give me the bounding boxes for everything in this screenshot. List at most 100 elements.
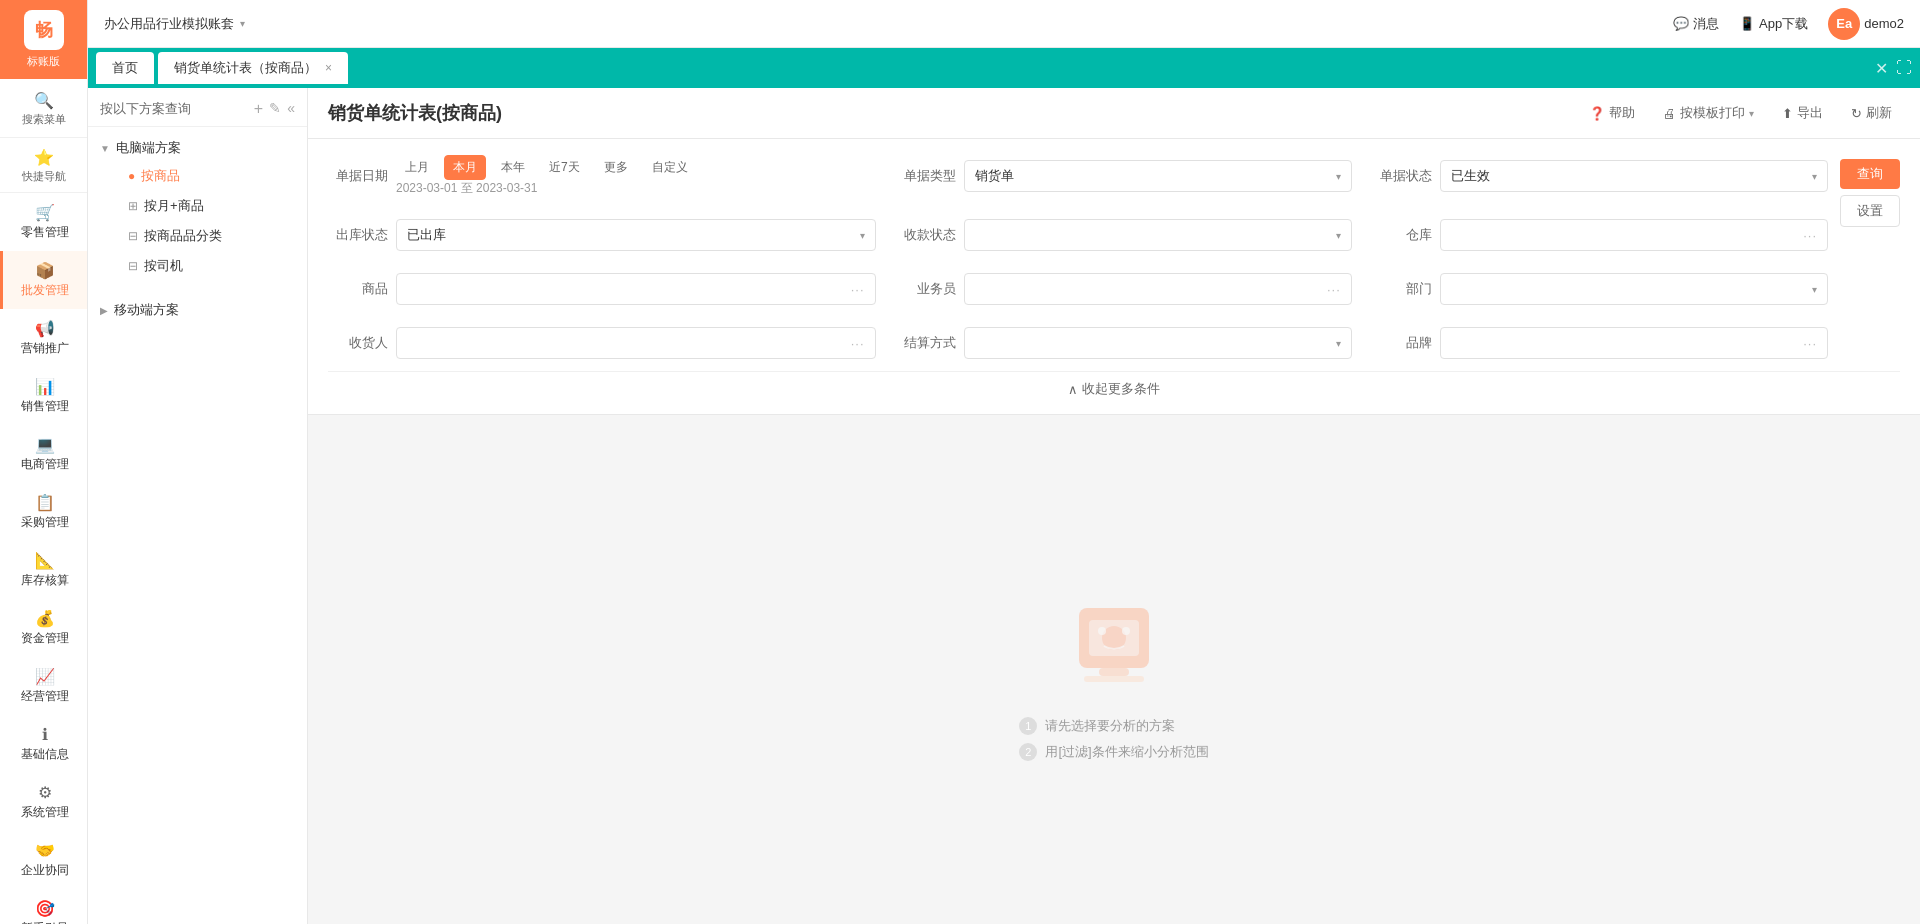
sidebar-item-sysadmin[interactable]: ⚙ 系统管理 [0, 773, 87, 831]
date-btn-more[interactable]: 更多 [595, 155, 637, 180]
sidebar-item-quicknav[interactable]: ⭐ 快捷导航 [0, 138, 87, 193]
sidebar-item-ecommerce[interactable]: 💻 电商管理 [0, 425, 87, 483]
scheme-group-desktop-label: 电脑端方案 [116, 139, 181, 157]
tab-sales-stat[interactable]: 销货单统计表（按商品） × [158, 52, 348, 84]
query-button[interactable]: 查询 [1840, 159, 1900, 189]
purchase-icon: 📋 [35, 493, 55, 512]
step2-num: 2 [1019, 743, 1037, 761]
sidebar-operations-label: 经营管理 [21, 688, 69, 705]
salesperson-control[interactable]: ··· [964, 273, 1352, 305]
settings-button[interactable]: 设置 [1840, 195, 1900, 227]
scheme-item-category-icon: ⊟ [128, 229, 138, 243]
sidebar-item-operations[interactable]: 📈 经营管理 [0, 657, 87, 715]
filter-item-date: 单据日期 上月 本月 本年 近7天 更多 自定义 [328, 155, 876, 197]
sidebar-item-basicinfo[interactable]: ℹ 基础信息 [0, 715, 87, 773]
date-btn-lastmonth[interactable]: 上月 [396, 155, 438, 180]
filter-item-receiver: 收货人 ··· [328, 327, 876, 359]
marketing-icon: 📢 [35, 319, 55, 338]
scheme-collapse-icon[interactable]: « [287, 100, 295, 118]
app-logo[interactable]: 畅 标账版 [0, 0, 87, 79]
sidebar-purchase-label: 采购管理 [21, 514, 69, 531]
tab-close-all-icon[interactable]: ✕ [1875, 59, 1888, 78]
sidebar-item-wholesale[interactable]: 📦 批发管理 [0, 251, 87, 309]
scheme-edit-icon[interactable]: ✎ [269, 100, 281, 118]
department-control[interactable]: ▾ [1440, 273, 1828, 305]
settlement-control[interactable]: ▾ [964, 327, 1352, 359]
sidebar-item-purchase[interactable]: 📋 采购管理 [0, 483, 87, 541]
sidebar-enterprise-label: 企业协同 [21, 862, 69, 879]
receiver-control[interactable]: ··· [396, 327, 876, 359]
scheme-item-by-category[interactable]: ⊟ 按商品品分类 [100, 221, 295, 251]
receiptstatus-control[interactable]: ▾ [964, 219, 1352, 251]
sidebar-item-finance[interactable]: 💰 资金管理 [0, 599, 87, 657]
app-download-btn[interactable]: 📱 App下载 [1739, 15, 1808, 33]
receiver-more-icon: ··· [851, 336, 865, 351]
date-btn-custom[interactable]: 自定义 [643, 155, 697, 180]
export-btn[interactable]: ⬆ 导出 [1774, 100, 1831, 126]
sales-icon: 📊 [35, 377, 55, 396]
scheme-group-mobile-title[interactable]: ▶ 移动端方案 [100, 297, 295, 323]
sidebar-item-retail[interactable]: 🛒 零售管理 [0, 193, 87, 251]
tab-expand-icon[interactable]: ⛶ [1896, 59, 1912, 77]
content-header: 销货单统计表(按商品) ❓ 帮助 🖨 按模板打印 ▾ ⬆ 导出 [308, 88, 1920, 139]
tab-home-label: 首页 [112, 59, 138, 77]
sidebar-item-newguide[interactable]: 🎯 新手引导 [0, 889, 87, 924]
content-header-actions: ❓ 帮助 🖨 按模板打印 ▾ ⬆ 导出 ↻ 刷新 [1581, 100, 1900, 126]
filter-item-department: 部门 ▾ [1372, 273, 1828, 305]
filter-row-2: 出库状态 已出库 ▾ 收款状态 [328, 219, 1828, 251]
filter-item-doctype: 单据类型 销货单 ▾ [896, 160, 1352, 192]
sidebar-item-search[interactable]: 🔍 搜索菜单 [0, 79, 87, 138]
scheme-header-actions: + ✎ « [254, 100, 295, 118]
filter-item-outstatus: 出库状态 已出库 ▾ [328, 219, 876, 251]
scheme-item-by-month-goods[interactable]: ⊞ 按月+商品 [100, 191, 295, 221]
tab-close-icon[interactable]: × [325, 61, 332, 75]
warehouse-label: 仓库 [1372, 226, 1432, 244]
goods-control[interactable]: ··· [396, 273, 876, 305]
scheme-group-desktop-title[interactable]: ▼ 电脑端方案 [100, 135, 295, 161]
message-btn[interactable]: 💬 消息 [1673, 15, 1719, 33]
outstatus-chevron-icon: ▾ [860, 230, 865, 241]
warehouse-more-icon: ··· [1803, 228, 1817, 243]
sidebar-newguide-label: 新手引导 [21, 920, 69, 924]
refresh-btn[interactable]: ↻ 刷新 [1843, 100, 1900, 126]
sidebar-item-inventory[interactable]: 📐 库存核算 [0, 541, 87, 599]
ecommerce-icon: 💻 [35, 435, 55, 454]
scheme-item-by-driver[interactable]: ⊟ 按司机 [100, 251, 295, 281]
collapse-bar: ∧ 收起更多条件 [328, 371, 1900, 398]
settlement-chevron-icon: ▾ [1336, 338, 1341, 349]
doctype-control[interactable]: 销货单 ▾ [964, 160, 1352, 192]
sidebar-item-marketing[interactable]: 📢 营销推广 [0, 309, 87, 367]
date-btn-thisyear[interactable]: 本年 [492, 155, 534, 180]
company-selector[interactable]: 办公用品行业模拟账套 ▾ [104, 15, 245, 33]
docstatus-label: 单据状态 [1372, 167, 1432, 185]
filter-item-warehouse: 仓库 ··· [1372, 219, 1828, 251]
docstatus-control[interactable]: 已生效 ▾ [1440, 160, 1828, 192]
filter-item-receiptstatus: 收款状态 ▾ [896, 219, 1352, 251]
brand-control[interactable]: ··· [1440, 327, 1828, 359]
tab-home[interactable]: 首页 [96, 52, 154, 84]
finance-icon: 💰 [35, 609, 55, 628]
scheme-panel: 按以下方案查询 + ✎ « ▼ 电脑端方案 ● 按商品 ⊞ 按月 [88, 88, 308, 924]
receiptstatus-label: 收款状态 [896, 226, 956, 244]
date-btn-last7days[interactable]: 近7天 [540, 155, 589, 180]
sidebar-finance-label: 资金管理 [21, 630, 69, 647]
template-print-btn[interactable]: 🖨 按模板打印 ▾ [1655, 100, 1762, 126]
sidebar-item-enterprise[interactable]: 🤝 企业协同 [0, 831, 87, 889]
svg-point-6 [1122, 627, 1130, 635]
collapse-button[interactable]: ∧ 收起更多条件 [1068, 380, 1160, 398]
scheme-item-by-goods[interactable]: ● 按商品 [100, 161, 295, 191]
sidebar-item-sales[interactable]: 📊 销售管理 [0, 367, 87, 425]
date-btn-thismonth[interactable]: 本月 [444, 155, 486, 180]
page-content: 按以下方案查询 + ✎ « ▼ 电脑端方案 ● 按商品 ⊞ 按月 [88, 88, 1920, 924]
help-label: 帮助 [1609, 104, 1635, 122]
scheme-item-by-driver-label: 按司机 [144, 257, 183, 275]
scheme-item-by-category-label: 按商品品分类 [144, 227, 222, 245]
receiptstatus-chevron-icon: ▾ [1336, 230, 1341, 241]
date-range: 2023-03-01 至 2023-03-31 [396, 180, 876, 197]
sidebar: 畅 标账版 🔍 搜索菜单 ⭐ 快捷导航 🛒 零售管理 📦 批发管理 📢 营销推广… [0, 0, 88, 924]
help-btn[interactable]: ❓ 帮助 [1581, 100, 1643, 126]
outstatus-control[interactable]: 已出库 ▾ [396, 219, 876, 251]
scheme-add-icon[interactable]: + [254, 100, 263, 118]
warehouse-control[interactable]: ··· [1440, 219, 1828, 251]
user-info[interactable]: Ea demo2 [1828, 8, 1904, 40]
